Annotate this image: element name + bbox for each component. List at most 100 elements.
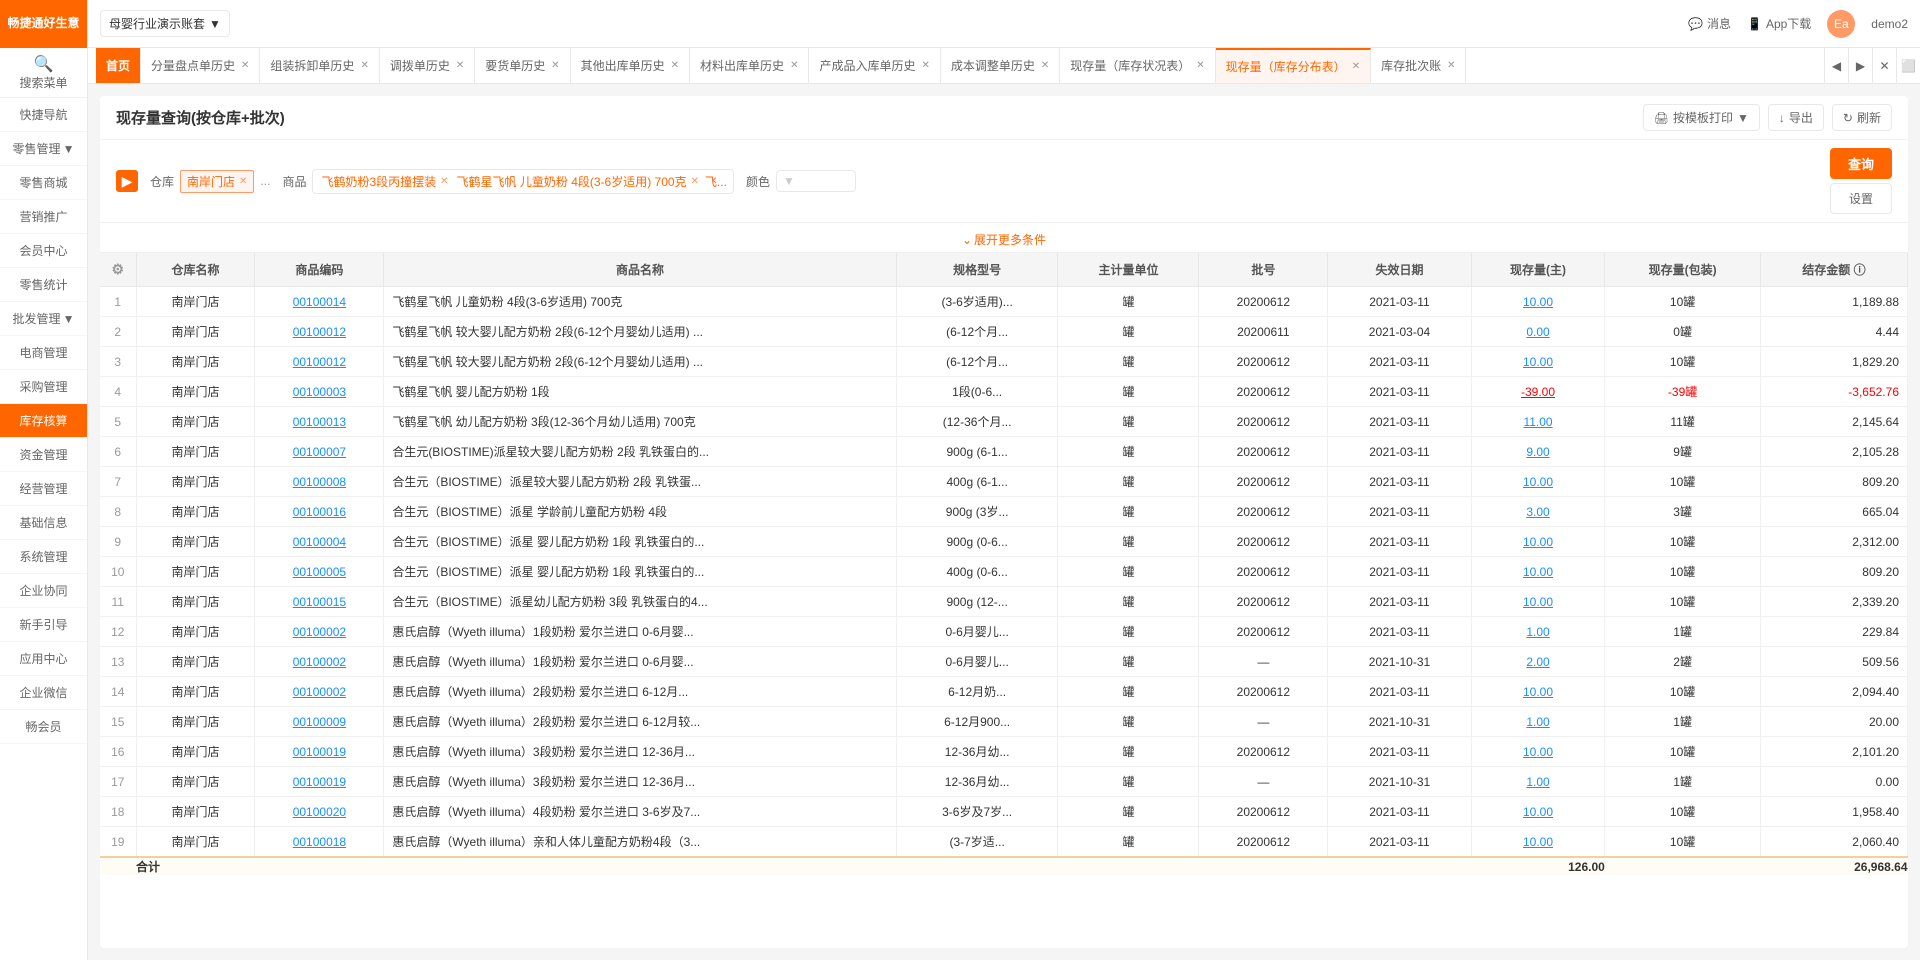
tab-other-out-history[interactable]: 其他出库单历史 ✕ — [571, 48, 690, 84]
setting-button[interactable]: 设置 — [1830, 183, 1892, 214]
cell-code[interactable]: 00100013 — [255, 407, 384, 437]
cell-qty-main[interactable]: 10.00 — [1471, 737, 1605, 767]
sidebar-item-basic-info[interactable]: 基础信息 — [0, 506, 87, 540]
tab-split-history[interactable]: 分量盘点单历史 ✕ — [141, 48, 260, 84]
cell-code[interactable]: 00100020 — [255, 797, 384, 827]
tab-mix-history[interactable]: 调拨单历史 ✕ — [380, 48, 475, 84]
color-filter-input[interactable]: ▼ — [776, 170, 856, 192]
product-filter-input[interactable]: 飞鹤奶粉3段丙撞摆装 ✕ 飞鹤星飞帆 儿童奶粉 4段(3-6岁适用) 700克 … — [312, 169, 734, 194]
message-btn[interactable]: 💬 消息 — [1688, 15, 1731, 32]
tab-close-current[interactable]: ✕ — [1872, 48, 1896, 84]
cell-qty-main[interactable]: 1.00 — [1471, 707, 1605, 737]
cell-code[interactable]: 00100009 — [255, 707, 384, 737]
tab-close-cost-adjust[interactable]: ✕ — [1041, 60, 1049, 71]
sidebar-item-member-center[interactable]: 会员中心 — [0, 234, 87, 268]
product-tag-2[interactable]: 飞鹤星飞帆 儿童奶粉 4段(3-6岁适用) 700克 ✕ — [455, 173, 701, 190]
cell-qty-main[interactable]: 1.00 — [1471, 617, 1605, 647]
tab-product-in[interactable]: 产成品入库单历史 ✕ — [809, 48, 940, 84]
sidebar-item-finance-mgmt[interactable]: 资金管理 — [0, 438, 87, 472]
warehouse-tag-close[interactable]: ✕ — [239, 176, 247, 187]
cell-code[interactable]: 00100002 — [255, 617, 384, 647]
sidebar-item-ecommerce-mgmt[interactable]: 电商管理 — [0, 336, 87, 370]
sidebar-item-quick-nav[interactable]: 快捷导航 — [0, 98, 87, 132]
cell-code[interactable]: 00100003 — [255, 377, 384, 407]
account-dropdown[interactable]: 母婴行业演示账套 ▼ — [100, 10, 230, 37]
refresh-button[interactable]: ↻ 刷新 — [1832, 104, 1892, 131]
sidebar-item-marketing[interactable]: 营销推广 — [0, 200, 87, 234]
sidebar-item-enterprise-wechat[interactable]: 企业微信 — [0, 676, 87, 710]
cell-code[interactable]: 00100012 — [255, 317, 384, 347]
tab-close-batch-ledger[interactable]: ✕ — [1447, 60, 1455, 71]
cell-qty-main[interactable]: 9.00 — [1471, 437, 1605, 467]
cell-qty-main[interactable]: 11.00 — [1471, 407, 1605, 437]
cell-qty-main[interactable]: 10.00 — [1471, 827, 1605, 858]
cell-qty-main[interactable]: 10.00 — [1471, 677, 1605, 707]
cell-qty-main[interactable]: 10.00 — [1471, 557, 1605, 587]
sidebar-item-inventory[interactable]: 库存核算 — [0, 404, 87, 438]
tab-maximize[interactable]: ⬜ — [1896, 48, 1920, 84]
cell-code[interactable]: 00100016 — [255, 497, 384, 527]
cell-code[interactable]: 00100005 — [255, 557, 384, 587]
expand-more-btn[interactable]: ⌄ 展开更多条件 — [962, 231, 1046, 248]
tab-close-inventory-dist[interactable]: ✕ — [1352, 61, 1360, 72]
sidebar-item-retail-mgmt[interactable]: 零售管理 ▼ — [0, 132, 87, 166]
tab-material-out[interactable]: 材料出库单历史 ✕ — [690, 48, 809, 84]
cell-code[interactable]: 00100007 — [255, 437, 384, 467]
sidebar-item-biz-mgmt[interactable]: 经营管理 — [0, 472, 87, 506]
warehouse-tag[interactable]: 南岸门店 ✕ — [180, 170, 254, 193]
cell-qty-main[interactable]: 10.00 — [1471, 587, 1605, 617]
product-tag-1-close[interactable]: ✕ — [440, 176, 448, 187]
sidebar-item-vip-member[interactable]: 畅会员 — [0, 710, 87, 744]
tab-left-arrow[interactable]: ◀ — [1824, 48, 1848, 84]
sidebar-item-new-guide[interactable]: 新手引导 — [0, 608, 87, 642]
product-tag-2-close[interactable]: ✕ — [691, 176, 699, 187]
cell-qty-main[interactable]: 10.00 — [1471, 527, 1605, 557]
cell-code[interactable]: 00100019 — [255, 737, 384, 767]
cell-qty-main[interactable]: 10.00 — [1471, 797, 1605, 827]
sidebar-item-system-mgmt[interactable]: 系统管理 — [0, 540, 87, 574]
cell-code[interactable]: 00100002 — [255, 647, 384, 677]
sidebar-item-retail-stats[interactable]: 零售统计 — [0, 268, 87, 302]
col-settings[interactable]: ⚙ — [100, 253, 136, 287]
tab-cost-adjust[interactable]: 成本调整单历史 ✕ — [941, 48, 1060, 84]
cell-qty-main[interactable]: 10.00 — [1471, 347, 1605, 377]
sidebar-search-item[interactable]: 🔍 搜索菜单 — [0, 48, 87, 98]
user-avatar[interactable]: Ea — [1827, 10, 1855, 38]
query-button[interactable]: 查询 — [1830, 148, 1892, 179]
cell-qty-main[interactable]: 0.00 — [1471, 317, 1605, 347]
cell-code[interactable]: 00100018 — [255, 827, 384, 858]
sidebar-item-enterprise-collab[interactable]: 企业协同 — [0, 574, 87, 608]
sidebar-item-purchase-mgmt[interactable]: 采购管理 — [0, 370, 87, 404]
cell-code[interactable]: 00100019 — [255, 767, 384, 797]
tab-close-other-out[interactable]: ✕ — [671, 60, 679, 71]
settings-icon[interactable]: ⚙ — [111, 261, 124, 277]
tab-inventory-dist[interactable]: 现存量（库存分布表） ✕ — [1216, 48, 1371, 84]
warehouse-filter-dots[interactable]: ... — [260, 174, 270, 188]
filter-expand-arrow[interactable]: ▶ — [116, 170, 138, 192]
cell-qty-main[interactable]: 1.00 — [1471, 767, 1605, 797]
cell-qty-main[interactable]: 3.00 — [1471, 497, 1605, 527]
tab-req-history[interactable]: 要货单历史 ✕ — [475, 48, 570, 84]
print-button[interactable]: 🖨 按模板打印 ▼ — [1643, 104, 1760, 131]
product-more-label[interactable]: 飞... — [705, 173, 727, 190]
tab-close-mix-history[interactable]: ✕ — [456, 60, 464, 71]
cell-code[interactable]: 00100004 — [255, 527, 384, 557]
cell-qty-main[interactable]: 10.00 — [1471, 467, 1605, 497]
tab-close-split-history[interactable]: ✕ — [241, 60, 249, 71]
export-button[interactable]: ↓ 导出 — [1768, 104, 1824, 131]
tab-close-inventory-status[interactable]: ✕ — [1196, 60, 1204, 71]
tab-close-req-history[interactable]: ✕ — [551, 60, 559, 71]
cell-code[interactable]: 00100015 — [255, 587, 384, 617]
cell-qty-main[interactable]: 10.00 — [1471, 287, 1605, 317]
tab-dismantle-history[interactable]: 组装拆卸单历史 ✕ — [260, 48, 379, 84]
cell-code[interactable]: 00100008 — [255, 467, 384, 497]
tab-batch-ledger[interactable]: 库存批次账 ✕ — [1371, 48, 1466, 84]
tab-right-arrow[interactable]: ▶ — [1848, 48, 1872, 84]
sidebar-item-wholesale-mgmt[interactable]: 批发管理 ▼ — [0, 302, 87, 336]
cell-qty-main[interactable]: -39.00 — [1471, 377, 1605, 407]
tab-close-product-in[interactable]: ✕ — [921, 60, 929, 71]
tab-home[interactable]: 首页 — [96, 48, 141, 84]
sidebar-item-retail-mall[interactable]: 零售商城 — [0, 166, 87, 200]
cell-code[interactable]: 00100012 — [255, 347, 384, 377]
tab-close-dismantle-history[interactable]: ✕ — [360, 60, 368, 71]
